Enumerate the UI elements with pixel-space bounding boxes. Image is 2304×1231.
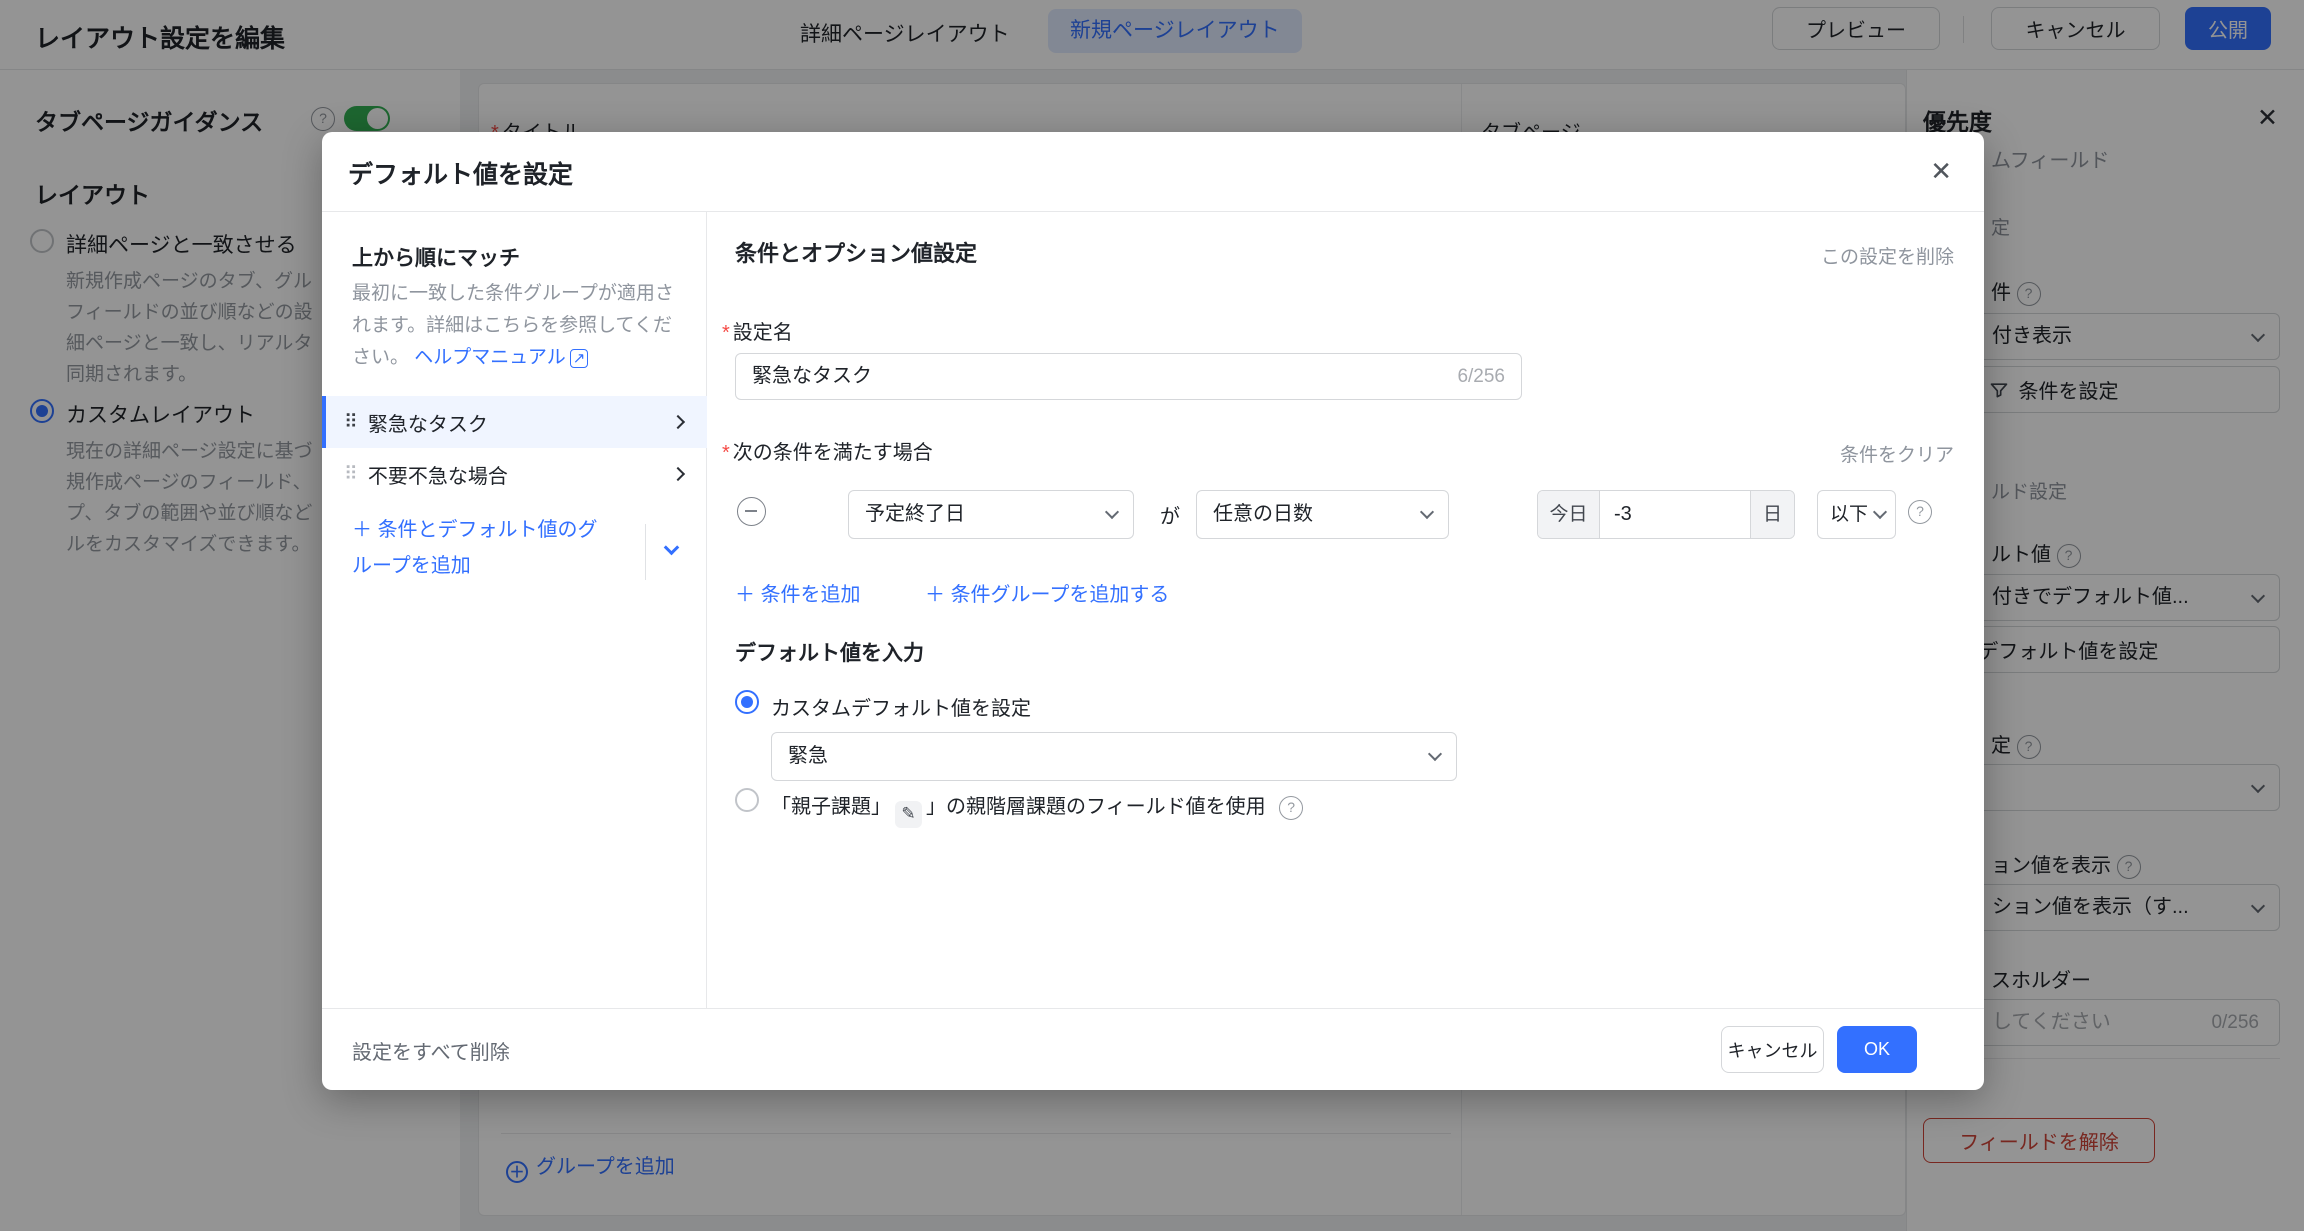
- external-link-icon: ↗: [569, 349, 589, 368]
- default-value-heading: デフォルト値を入力: [735, 642, 924, 665]
- radio-parent-field[interactable]: [735, 788, 759, 812]
- comparator-select[interactable]: 以下: [1817, 490, 1896, 539]
- condition-group-item-nonurgent[interactable]: ⠿ 不要不急な場合: [322, 448, 707, 500]
- delete-this-setting-link[interactable]: この設定を削除: [1821, 242, 1954, 269]
- remove-condition-button[interactable]: [737, 497, 766, 526]
- operator-select[interactable]: 任意の日数: [1196, 490, 1449, 539]
- radio-parent-field-label: 「親子課題」 ✎ 」の親階層課題のフィールド値を使用 ?: [771, 790, 1304, 828]
- chevron-down-icon: [1427, 746, 1443, 762]
- today-prefix: 今日: [1538, 491, 1600, 538]
- app-window: レイアウト設定を編集 詳細ページレイアウト 新規ページレイアウト プレビュー キ…: [0, 0, 2304, 1231]
- clear-conditions-link[interactable]: 条件をクリア: [1840, 440, 1954, 467]
- chevron-right-icon: [670, 414, 686, 430]
- delete-all-settings-link[interactable]: 設定をすべて削除: [352, 1036, 510, 1065]
- dialog-title: デフォルト値を設定: [348, 161, 574, 189]
- day-suffix: 日: [1750, 491, 1794, 538]
- setting-name-input[interactable]: 緊急なタスク 6/256: [735, 353, 1522, 400]
- default-value-select[interactable]: 緊急: [771, 732, 1457, 781]
- chevron-right-icon: [670, 466, 686, 482]
- radio-custom-default-label: カスタムデフォルト値を設定: [771, 698, 1031, 720]
- help-manual-link[interactable]: ヘルプマニュアル: [414, 347, 565, 368]
- pencil-icon[interactable]: ✎: [895, 800, 922, 828]
- add-condition-link[interactable]: ＋ 条件を追加: [735, 578, 861, 607]
- help-icon[interactable]: ?: [1908, 500, 1932, 524]
- close-icon[interactable]: ✕: [1930, 156, 1952, 187]
- days-value-input[interactable]: -3: [1600, 491, 1750, 538]
- add-group-divider: [645, 524, 646, 580]
- dialog-titlebar: デフォルト値を設定 ✕: [322, 132, 1984, 212]
- set-default-value-dialog: デフォルト値を設定 ✕ 上から順にマッチ 最初に一致した条件グループが適用されま…: [322, 132, 1984, 1090]
- chevron-down-icon: [1104, 504, 1120, 520]
- drag-handle-icon[interactable]: ⠿: [344, 411, 358, 434]
- dialog-cancel-button[interactable]: キャンセル: [1721, 1026, 1824, 1073]
- dialog-left-panel: 上から順にマッチ 最初に一致した条件グループが適用されます。詳細はこちらを参照し…: [322, 212, 707, 1008]
- condition-group-item-urgent[interactable]: ⠿ 緊急なタスク: [322, 396, 707, 448]
- match-order-heading: 上から順にマッチ: [352, 247, 520, 270]
- dialog-ok-button[interactable]: OK: [1837, 1026, 1917, 1073]
- days-offset-group: 今日 -3 日: [1537, 490, 1795, 539]
- particle-text: が: [1160, 506, 1180, 528]
- char-counter: 6/256: [1457, 366, 1505, 387]
- chevron-down-icon: [1872, 504, 1888, 520]
- field-select[interactable]: 予定終了日: [848, 490, 1134, 539]
- help-icon[interactable]: ?: [1279, 795, 1304, 820]
- condition-settings-heading: 条件とオプション値設定: [735, 241, 978, 266]
- setting-name-label: * 設定名: [722, 322, 793, 344]
- chevron-down-icon: [1419, 504, 1435, 520]
- radio-custom-default[interactable]: [735, 690, 759, 714]
- dialog-footer: 設定をすべて削除 キャンセル OK: [322, 1008, 1984, 1090]
- add-condition-group-link[interactable]: ＋ 条件とデフォルト値のグループを追加: [352, 512, 607, 584]
- add-condition-group-link-main[interactable]: ＋ 条件グループを追加する: [925, 578, 1169, 607]
- drag-handle-icon[interactable]: ⠿: [344, 463, 358, 486]
- chevron-down-icon[interactable]: [663, 539, 680, 556]
- condition-section-label: * 次の条件を満たす場合: [722, 442, 933, 464]
- match-order-description: 最初に一致した条件グループが適用されます。詳細はこちらを参照してください。 ヘル…: [352, 283, 674, 368]
